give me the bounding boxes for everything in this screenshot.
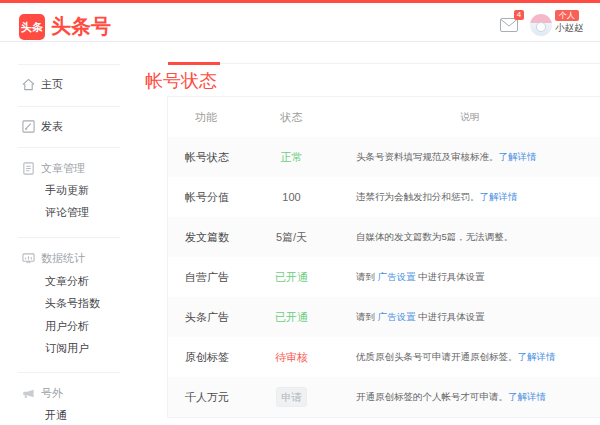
mail-badge: 4 <box>514 10 524 20</box>
feature-label: 头条广告 <box>168 310 244 325</box>
apply-button[interactable]: 申请 <box>276 387 307 407</box>
app-header: 头条 头条号 4 个人 小赵赵 <box>0 3 600 42</box>
page-title: 帐号状态 <box>145 69 217 93</box>
avatar[interactable] <box>530 14 552 36</box>
sidebar-divider <box>18 64 120 65</box>
sidebar-item-manual-update[interactable]: 手动更新 <box>45 180 89 200</box>
row-description: 请到 广告设置 中进行具体设置 <box>339 271 600 284</box>
megaphone-icon <box>21 386 35 400</box>
home-icon <box>21 77 35 91</box>
active-tab-indicator <box>168 62 220 65</box>
row-description: 违禁行为会触发扣分和惩罚。了解详情 <box>339 191 600 204</box>
sidebar: 主页 发表 文章管理 手动更新 评论管理 数据统计 文章分析 头条号指数 用户分… <box>0 42 132 425</box>
logo-text: 头条 <box>21 20 43 35</box>
feature-label: 帐号状态 <box>168 150 244 165</box>
status-value: 已开通 <box>275 311 308 323</box>
status-value: 已开通 <box>275 271 308 283</box>
row-description: 开通原创标签的个人帐号才可申请。了解详情 <box>339 391 600 404</box>
col-header-description: 说明 <box>339 111 600 124</box>
sidebar-item-user-analysis[interactable]: 用户分析 <box>45 316 89 336</box>
user-type-badge: 个人 <box>555 10 579 21</box>
sidebar-group-article-mgmt[interactable]: 文章管理 <box>21 158 85 178</box>
sidebar-divider <box>18 237 120 238</box>
sidebar-divider <box>18 372 120 373</box>
sidebar-item-kaitong[interactable]: 开通 <box>45 405 67 425</box>
detail-link[interactable]: 了解详情 <box>518 351 556 362</box>
user-name: 小赵赵 <box>555 22 584 35</box>
status-value: 100 <box>282 191 300 203</box>
table-header-row: 功能 状态 说明 <box>168 97 600 137</box>
table-row-account-status: 帐号状态 正常 头条号资料填写规范及审核标准。了解详情 <box>168 137 600 177</box>
sidebar-item-article-analysis[interactable]: 文章分析 <box>45 271 89 291</box>
sidebar-item-home[interactable]: 主页 <box>21 74 63 94</box>
table-row-post-count: 发文篇数 5篇/天 自媒体的发文篇数为5篇，无法调整。 <box>168 217 600 257</box>
toutiao-logo[interactable]: 头条 <box>19 14 45 40</box>
sidebar-item-toutiao-index[interactable]: 头条号指数 <box>45 293 100 313</box>
detail-link[interactable]: 了解详情 <box>499 151 537 162</box>
table-row-self-ads: 自营广告 已开通 请到 广告设置 中进行具体设置 <box>168 257 600 297</box>
sidebar-item-comment-mgmt[interactable]: 评论管理 <box>45 202 89 222</box>
sidebar-item-subscribers[interactable]: 订阅用户 <box>45 338 89 358</box>
sidebar-group-data-stats[interactable]: 数据统计 <box>21 248 85 268</box>
feature-label: 帐号分值 <box>168 190 244 205</box>
feature-label: 自营广告 <box>168 270 244 285</box>
status-value: 5篇/天 <box>276 231 307 243</box>
account-status-table: 功能 状态 说明 帐号状态 正常 头条号资料填写规范及审核标准。了解详情 帐号分… <box>167 96 600 418</box>
ad-settings-link[interactable]: 广告设置 <box>378 311 416 322</box>
status-value: 正常 <box>281 151 303 163</box>
ad-settings-link[interactable]: 广告设置 <box>378 271 416 282</box>
tab-line <box>168 63 600 64</box>
feature-label: 发文篇数 <box>168 230 244 245</box>
sidebar-divider <box>18 147 120 148</box>
user-info[interactable]: 个人 小赵赵 <box>555 10 584 35</box>
feature-label: 原创标签 <box>168 350 244 365</box>
sidebar-divider <box>18 106 120 107</box>
sidebar-group-haowai[interactable]: 号外 <box>21 383 63 403</box>
edit-icon <box>21 119 35 133</box>
detail-link[interactable]: 了解详情 <box>508 391 546 402</box>
detail-link[interactable]: 了解详情 <box>480 191 518 202</box>
mail-button[interactable]: 4 <box>500 15 526 37</box>
row-description: 优质原创头条号可申请开通原创标签。了解详情 <box>339 351 600 364</box>
row-description: 头条号资料填写规范及审核标准。了解详情 <box>339 151 600 164</box>
document-icon <box>21 161 35 175</box>
feature-label: 千人万元 <box>168 390 244 405</box>
mail-icon <box>500 18 518 32</box>
table-row-qianren-wanyuan: 千人万元 申请 开通原创标签的个人帐号才可申请。了解详情 <box>168 377 600 417</box>
status-value: 待审核 <box>275 351 308 363</box>
col-header-function: 功能 <box>168 110 244 125</box>
row-description: 自媒体的发文篇数为5篇，无法调整。 <box>339 231 600 244</box>
table-row-account-score: 帐号分值 100 违禁行为会触发扣分和惩罚。了解详情 <box>168 177 600 217</box>
col-header-status: 状态 <box>244 110 339 125</box>
chart-icon <box>21 251 35 265</box>
table-row-toutiao-ads: 头条广告 已开通 请到 广告设置 中进行具体设置 <box>168 297 600 337</box>
table-row-original-tag: 原创标签 待审核 优质原创头条号可申请开通原创标签。了解详情 <box>168 337 600 377</box>
row-description: 请到 广告设置 中进行具体设置 <box>339 311 600 324</box>
sidebar-item-publish[interactable]: 发表 <box>21 116 63 136</box>
brand-title[interactable]: 头条号 <box>51 13 111 40</box>
